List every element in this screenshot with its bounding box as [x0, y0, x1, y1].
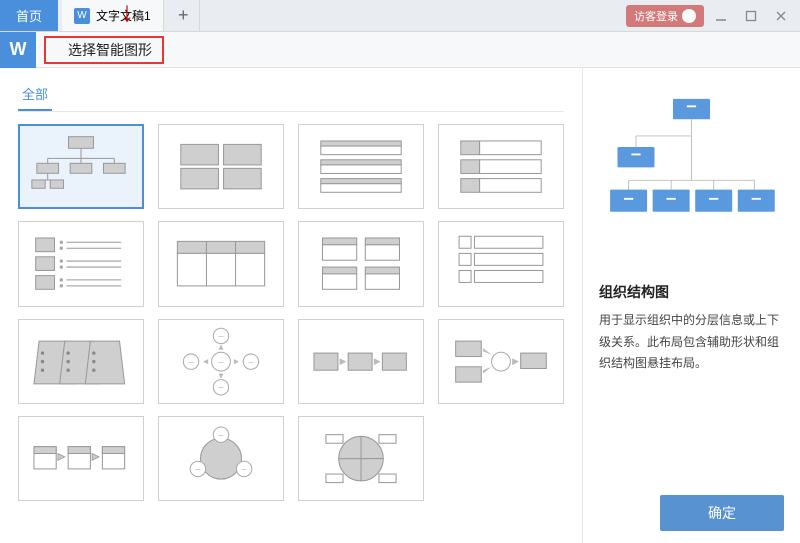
doc-w-icon: W — [74, 8, 90, 24]
svg-text:—: — — [218, 385, 224, 391]
thumb-segmented-circle[interactable] — [298, 416, 424, 501]
guest-login-button[interactable]: 访客登录 — [626, 5, 704, 27]
thumb-column-pairs[interactable] — [298, 221, 424, 306]
title-bar: 首页 W 文字文稿1 ↓ + 访客登录 — [0, 0, 800, 32]
svg-text:—: — — [195, 466, 201, 472]
document-tab[interactable]: W 文字文稿1 — [62, 0, 164, 31]
preview-diagram — [599, 87, 784, 257]
confirm-row: 确定 — [599, 483, 784, 543]
window-controls: 访客登录 — [626, 0, 800, 31]
preview-description: 用于显示组织中的分层信息或上下级关系。此布局包含辅助形状和组织结构图悬挂布局。 — [599, 310, 784, 375]
thumb-layered-cards[interactable] — [18, 319, 144, 404]
thumb-step-cards[interactable] — [18, 416, 144, 501]
minimize-button[interactable] — [708, 6, 734, 26]
thumb-table-layout[interactable] — [158, 221, 284, 306]
app-badge-icon[interactable]: W — [0, 32, 36, 68]
main-area: 全部 — [0, 68, 800, 543]
thumb-circular-process[interactable]: — — — — [158, 416, 284, 501]
svg-text:—: — — [218, 333, 224, 339]
svg-text:—: — — [248, 359, 254, 365]
thumb-banded-list[interactable] — [438, 124, 564, 209]
thumb-horizontal-flow[interactable] — [298, 319, 424, 404]
svg-text:—: — — [242, 466, 248, 472]
annotation-highlight: 选择智能图形 — [44, 36, 164, 64]
thumb-icon-rows[interactable] — [438, 221, 564, 306]
confirm-button[interactable]: 确定 — [660, 495, 784, 531]
login-label: 访客登录 — [634, 8, 678, 24]
thumb-detail-list[interactable] — [18, 221, 144, 306]
thumb-org-chart[interactable] — [18, 124, 144, 209]
thumb-block-grid[interactable] — [158, 124, 284, 209]
thumb-converge-flow[interactable] — [438, 319, 564, 404]
dialog-title: 选择智能图形 — [68, 42, 152, 58]
preview-title: 组织结构图 — [599, 282, 784, 302]
ribbon-bar: W 选择智能图形 — [0, 32, 800, 68]
home-tab[interactable]: 首页 — [0, 0, 58, 31]
thumb-stacked-list[interactable] — [298, 124, 424, 209]
template-gallery: — — — — — — — — — [18, 124, 564, 501]
preview-sidebar: 组织结构图 用于显示组织中的分层信息或上下级关系。此布局包含辅助形状和组织结构图… — [582, 68, 800, 543]
svg-text:—: — — [218, 359, 224, 365]
gallery-panel: 全部 — [0, 68, 582, 543]
avatar-icon — [682, 9, 696, 23]
filter-tab-all[interactable]: 全部 — [18, 78, 52, 111]
maximize-button[interactable] — [738, 6, 764, 26]
svg-text:—: — — [188, 359, 194, 365]
close-button[interactable] — [768, 6, 794, 26]
annotation-arrow-icon: ↓ — [120, 0, 134, 26]
add-tab-button[interactable]: + — [168, 0, 200, 31]
filter-tabs: 全部 — [18, 78, 564, 112]
thumb-radial-nodes[interactable]: — — — — — — [158, 319, 284, 404]
svg-text:—: — — [218, 432, 224, 438]
preview-pane — [599, 82, 784, 262]
